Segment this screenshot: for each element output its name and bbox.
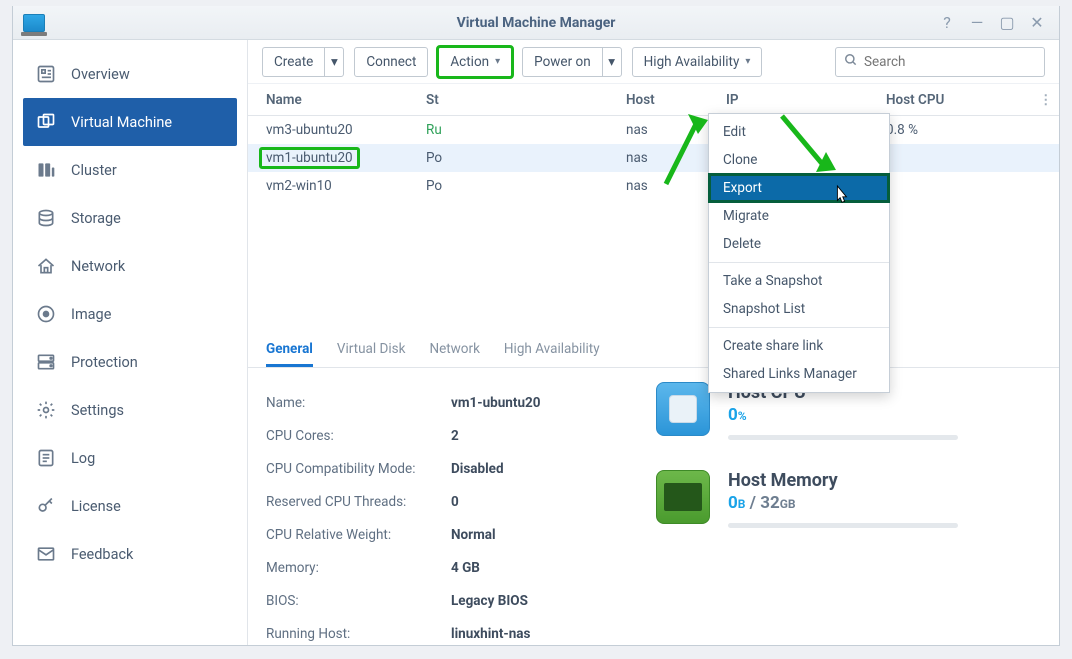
menu-migrate[interactable]: Migrate [709,202,889,230]
search-box[interactable] [835,47,1045,77]
table-row[interactable]: vm3-ubuntu20 Ru nas 192.168.0.112 0.8 % [248,116,1059,144]
sidebar: Overview Virtual Machine Cluster Storage… [13,40,248,645]
cursor-icon [832,184,850,210]
sidebar-item-cluster[interactable]: Cluster [13,146,247,194]
sidebar-item-overview[interactable]: Overview [13,50,247,98]
col-ip[interactable]: IP [726,92,886,108]
col-name[interactable]: Name [266,92,426,108]
vm-table: Name St Host IP Host CPU ⋮ vm3-ubuntu20 … [248,84,1059,200]
col-host[interactable]: Host [626,92,726,108]
power-on-button[interactable]: Power on ▾ [522,47,622,77]
network-icon [35,256,57,276]
menu-delete[interactable]: Delete [709,230,889,258]
mem-bar [728,523,958,528]
cpu-bar [728,435,958,440]
sidebar-item-settings[interactable]: Settings [13,386,247,434]
more-icon[interactable]: ⋮ [1039,92,1059,108]
sidebar-item-network[interactable]: Network [13,242,247,290]
table-row[interactable]: vm1-ubuntu20 Po nas - - [248,144,1059,172]
chevron-down-icon: ▾ [495,56,500,67]
sidebar-item-log[interactable]: Log [13,434,247,482]
vm-icon [35,112,57,132]
toolbar: Create ▾ Connect Action▾ Power on ▾ High… [248,40,1059,84]
sidebar-item-label: License [71,498,121,515]
cpu-chip-icon [656,382,710,436]
sidebar-item-label: Network [71,258,125,275]
sidebar-item-protection[interactable]: Protection [13,338,247,386]
sidebar-item-storage[interactable]: Storage [13,194,247,242]
protection-icon [35,352,57,372]
sidebar-item-label: Image [71,306,111,323]
overview-icon [35,64,57,84]
tab-general[interactable]: General [266,341,313,367]
detail-tabs: General Virtual Disk Network High Availa… [248,330,1059,368]
connect-button[interactable]: Connect [354,47,428,77]
sidebar-item-label: Settings [71,402,124,419]
sidebar-item-label: Log [71,450,95,467]
mail-icon [35,544,57,564]
chevron-down-icon[interactable]: ▾ [602,47,622,77]
memory-chip-icon [656,470,710,524]
sidebar-item-label: Protection [71,354,138,371]
gear-icon [35,400,57,420]
col-status[interactable]: St [426,92,626,108]
image-icon [35,304,57,324]
menu-separator [709,262,889,263]
sidebar-item-virtual-machine[interactable]: Virtual Machine [23,98,237,146]
table-row[interactable]: vm2-win10 Po nas - - [248,172,1059,200]
tab-network[interactable]: Network [429,341,479,367]
key-icon [35,496,57,516]
menu-shared-links-manager[interactable]: Shared Links Manager [709,360,889,388]
menu-snapshot-list[interactable]: Snapshot List [709,295,889,323]
sidebar-item-image[interactable]: Image [13,290,247,338]
menu-separator [709,327,889,328]
action-button[interactable]: Action▾ [438,47,512,77]
tab-virtual-disk[interactable]: Virtual Disk [337,341,406,367]
host-memory-stat: Host Memory 0B / 32GB [656,470,1031,528]
chevron-down-icon[interactable]: ▾ [324,47,344,77]
tab-high-availability[interactable]: High Availability [504,341,600,367]
chevron-down-icon: ▾ [745,56,750,67]
sidebar-item-label: Feedback [71,546,133,563]
annotation-arrow-icon [658,112,708,196]
high-availability-button[interactable]: High Availability▾ [632,47,763,77]
sidebar-item-license[interactable]: License [13,482,247,530]
log-icon [35,448,57,468]
sidebar-item-label: Overview [71,66,130,83]
sidebar-item-feedback[interactable]: Feedback [13,530,247,578]
menu-take-snapshot[interactable]: Take a Snapshot [709,267,889,295]
sidebar-item-label: Storage [71,210,121,227]
annotation-arrow-icon [776,110,836,184]
search-input[interactable] [864,54,1041,70]
sidebar-item-label: Virtual Machine [71,114,172,131]
menu-create-share-link[interactable]: Create share link [709,332,889,360]
titlebar: Virtual Machine Manager ? — ▢ ✕ [13,6,1059,40]
detail-pane: Name:vm1-ubuntu20 CPU Cores:2 CPU Compat… [248,368,1059,645]
storage-icon [35,208,57,228]
table-header: Name St Host IP Host CPU ⋮ [248,84,1059,116]
window: Virtual Machine Manager ? — ▢ ✕ Overview… [12,6,1060,646]
search-icon [844,52,858,71]
create-button[interactable]: Create ▾ [262,47,344,77]
cluster-icon [35,160,57,180]
window-title: Virtual Machine Manager [13,15,1059,31]
sidebar-item-label: Cluster [71,162,117,179]
col-cpu[interactable]: Host CPU [886,92,1039,108]
